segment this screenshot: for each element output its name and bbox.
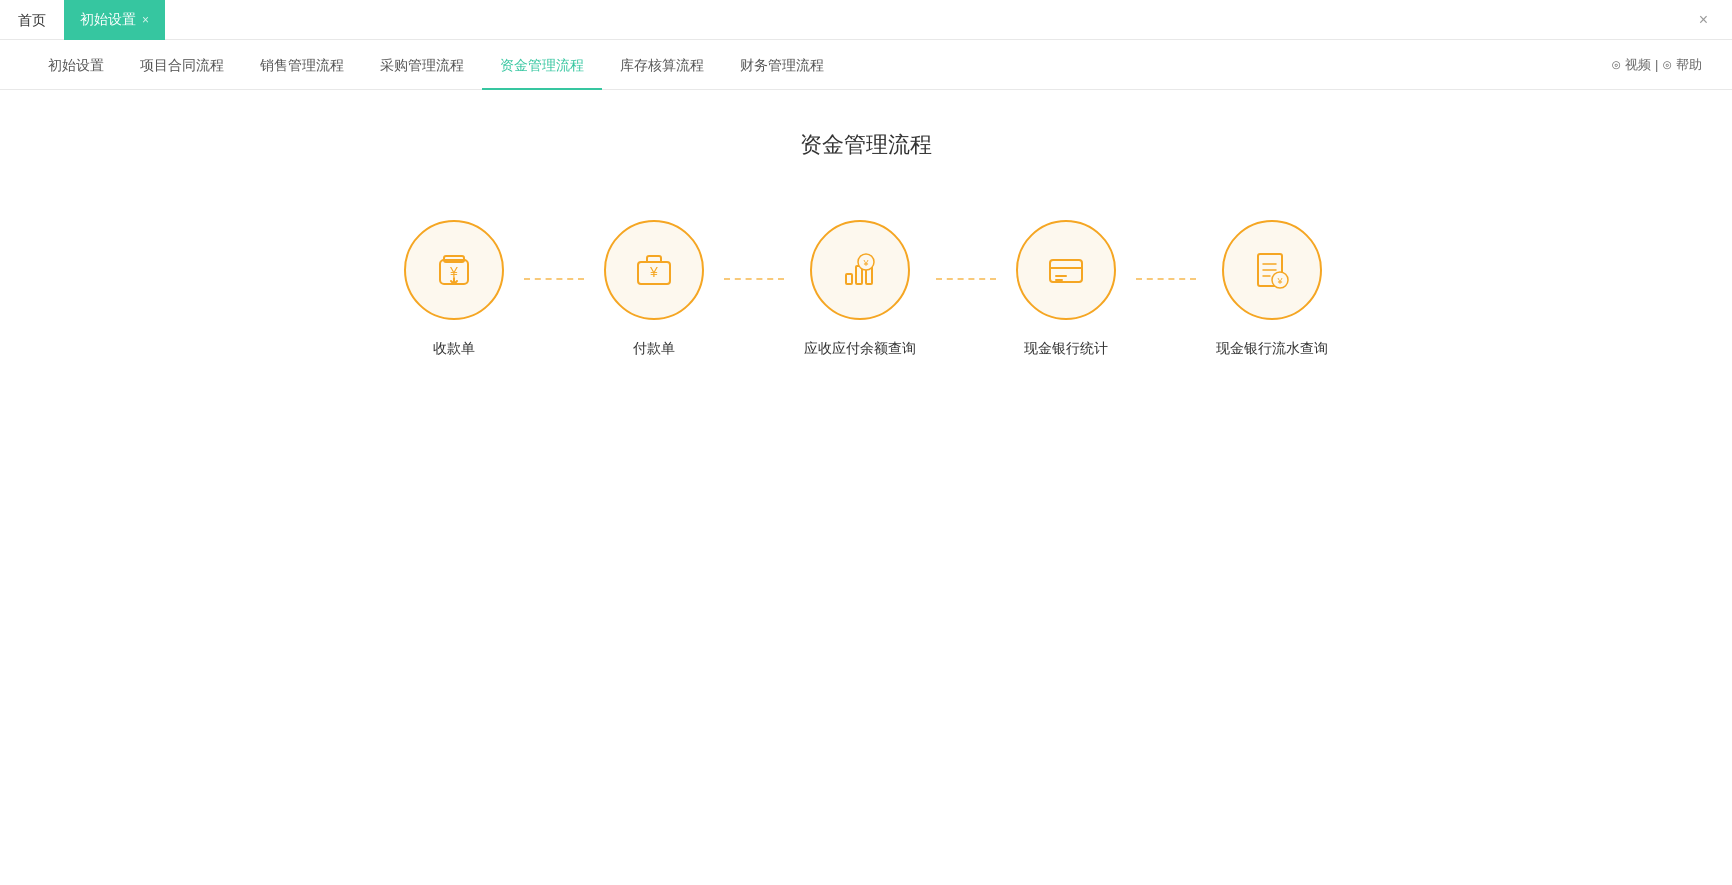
nav-item-caiwu[interactable]: 财务管理流程 [722, 40, 842, 90]
flow-item-fukuan[interactable]: ¥ 付款单 [604, 220, 704, 358]
top-bar-right: × [1691, 11, 1732, 29]
svg-rect-5 [846, 274, 852, 284]
connector-3 [916, 278, 1016, 280]
flow-item-shoukuan[interactable]: ¥ 收款单 [404, 220, 504, 358]
xianjin-icon [1042, 246, 1090, 294]
liushui-icon: ¥ [1248, 246, 1296, 294]
dots-4 [1136, 278, 1196, 280]
nav-bar: 初始设置 项目合同流程 销售管理流程 采购管理流程 资金管理流程 库存核算流程 … [0, 40, 1732, 90]
connector-1 [504, 278, 604, 280]
flow-row: ¥ 收款单 ¥ 付款单 [404, 220, 1328, 358]
flow-item-yingshou[interactable]: ¥ 应收应付余额查询 [804, 220, 916, 358]
svg-text:¥: ¥ [862, 258, 869, 268]
flow-label-yingshou: 应收应付余额查询 [804, 340, 916, 358]
icon-circle-liushui: ¥ [1222, 220, 1322, 320]
close-tab-icon[interactable]: × [142, 13, 149, 27]
main-content: 资金管理流程 ¥ 收款单 [0, 90, 1732, 398]
dots-2 [724, 278, 784, 280]
nav-bar-right: ⊙ 视频 | ⊙ 帮助 [1611, 56, 1702, 74]
flow-label-shoukuan: 收款单 [433, 340, 475, 358]
nav-item-chushishezhi[interactable]: 初始设置 [30, 40, 122, 90]
window-close-icon[interactable]: × [1691, 11, 1716, 29]
help-link[interactable]: ⊙ 帮助 [1662, 56, 1702, 74]
page-title: 资金管理流程 [800, 130, 932, 160]
active-tab[interactable]: 初始设置 × [64, 0, 165, 40]
flow-item-xianjin[interactable]: 现金银行统计 [1016, 220, 1116, 358]
flow-label-fukuan: 付款单 [633, 340, 675, 358]
fukuan-icon: ¥ [630, 246, 678, 294]
connector-2 [704, 278, 804, 280]
yingshou-icon: ¥ [836, 246, 884, 294]
svg-rect-10 [1050, 260, 1082, 282]
video-link[interactable]: ⊙ 视频 [1611, 56, 1651, 74]
nav-item-caigou[interactable]: 采购管理流程 [362, 40, 482, 90]
nav-item-zijin[interactable]: 资金管理流程 [482, 40, 602, 90]
flow-label-liushui: 现金银行流水查询 [1216, 340, 1328, 358]
nav-item-xiangmu[interactable]: 项目合同流程 [122, 40, 242, 90]
dots-3 [936, 278, 996, 280]
connector-4 [1116, 278, 1216, 280]
nav-separator: | [1655, 57, 1658, 72]
nav-item-kucun[interactable]: 库存核算流程 [602, 40, 722, 90]
icon-circle-shoukuan: ¥ [404, 220, 504, 320]
icon-circle-yingshou: ¥ [810, 220, 910, 320]
icon-circle-fukuan: ¥ [604, 220, 704, 320]
shoukuan-icon: ¥ [430, 246, 478, 294]
svg-text:¥: ¥ [1276, 276, 1283, 286]
top-bar: 首页 初始设置 × × [0, 0, 1732, 40]
nav-item-xiaoshou[interactable]: 销售管理流程 [242, 40, 362, 90]
home-tab[interactable]: 首页 [0, 0, 64, 40]
icon-circle-xianjin [1016, 220, 1116, 320]
flow-item-liushui[interactable]: ¥ 现金银行流水查询 [1216, 220, 1328, 358]
svg-text:¥: ¥ [649, 264, 658, 280]
dots-1 [524, 278, 584, 280]
flow-label-xianjin: 现金银行统计 [1024, 340, 1108, 358]
active-tab-label: 初始设置 [80, 11, 136, 29]
